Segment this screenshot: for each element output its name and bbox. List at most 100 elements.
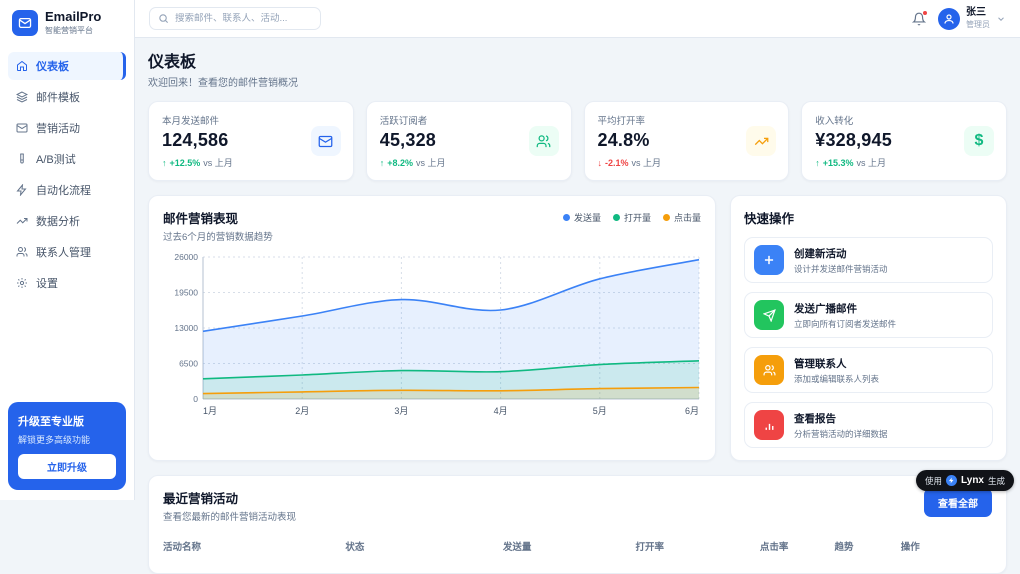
sidebar-item-label: 数据分析 bbox=[36, 213, 80, 229]
plus-icon bbox=[754, 245, 784, 275]
notification-bell-icon[interactable] bbox=[912, 12, 926, 26]
sidebar-item-label: 设置 bbox=[36, 275, 58, 291]
stat-delta: +15.3% bbox=[823, 158, 854, 168]
brand: EmailPro 智能营销平台 bbox=[0, 0, 134, 48]
svg-text:1月: 1月 bbox=[203, 406, 217, 416]
trending-up-icon bbox=[746, 126, 776, 156]
chart-subtitle: 过去6个月的营销数据趋势 bbox=[163, 229, 273, 243]
quick-action-subtitle: 立即向所有订阅者发送邮件 bbox=[794, 318, 896, 330]
legend-dot bbox=[563, 214, 570, 221]
sidebar-item-label: 邮件模板 bbox=[36, 89, 80, 105]
users-icon bbox=[754, 355, 784, 385]
stat-delta: -2.1% bbox=[605, 158, 629, 168]
bar-chart-icon bbox=[754, 410, 784, 440]
trending-up-icon bbox=[16, 215, 28, 227]
column-campaign-name: 活动名称 bbox=[163, 539, 345, 553]
stat-label: 收入转化 bbox=[815, 113, 993, 127]
sidebar-item-label: 营销活动 bbox=[36, 120, 80, 136]
quick-action-subtitle: 设计并发送邮件营销活动 bbox=[794, 263, 888, 275]
user-name: 张三 bbox=[966, 7, 990, 19]
sidebar-item-automation[interactable]: 自动化流程 bbox=[8, 176, 126, 204]
home-icon bbox=[16, 60, 28, 72]
performance-chart-card: 邮件营销表现 过去6个月的营销数据趋势 发送量 打开量 点击量 06500130… bbox=[148, 195, 716, 461]
quick-action-subtitle: 分析营销活动的详细数据 bbox=[794, 428, 888, 440]
quick-action-title: 创建新活动 bbox=[794, 246, 888, 261]
quick-action-view-reports[interactable]: 查看报告 分析营销活动的详细数据 bbox=[744, 402, 993, 448]
lynx-generated-badge[interactable]: 使用 Lynx 生成 bbox=[916, 470, 1014, 491]
dollar-icon: $ bbox=[964, 126, 994, 156]
arrow-up-icon: ↑ bbox=[815, 158, 820, 168]
sidebar-item-dashboard[interactable]: 仪表板 bbox=[8, 52, 126, 80]
stat-card-revenue: 收入转化 ¥328,945 ↑+15.3%vs 上月 $ bbox=[801, 101, 1007, 181]
stat-delta: +12.5% bbox=[170, 158, 201, 168]
stat-label: 平均打开率 bbox=[598, 113, 776, 127]
gear-icon bbox=[16, 277, 28, 289]
quick-action-create-campaign[interactable]: 创建新活动 设计并发送邮件营销活动 bbox=[744, 237, 993, 283]
sidebar-item-label: 自动化流程 bbox=[36, 182, 91, 198]
notification-badge bbox=[922, 10, 928, 16]
column-open-rate: 打开率 bbox=[636, 539, 760, 553]
send-icon bbox=[754, 300, 784, 330]
stat-card-open-rate: 平均打开率 24.8% ↓-2.1%vs 上月 bbox=[584, 101, 790, 181]
recent-subtitle: 查看您最新的邮件营销活动表现 bbox=[163, 509, 296, 523]
area-chart: 065001300019500260001月2月3月4月5月6月 bbox=[163, 247, 703, 427]
svg-text:2月: 2月 bbox=[295, 406, 309, 416]
layers-icon bbox=[16, 91, 28, 103]
column-actions: 操作 bbox=[901, 539, 992, 553]
svg-text:19500: 19500 bbox=[174, 288, 198, 298]
user-role: 管理员 bbox=[966, 19, 990, 30]
quick-action-subtitle: 添加或编辑联系人列表 bbox=[794, 373, 879, 385]
arrow-down-icon: ↓ bbox=[598, 158, 603, 168]
stat-compare: vs 上月 bbox=[857, 156, 887, 169]
quick-action-title: 发送广播邮件 bbox=[794, 301, 896, 316]
sidebar-item-label: A/B测试 bbox=[36, 151, 76, 167]
sidebar-item-templates[interactable]: 邮件模板 bbox=[8, 83, 126, 111]
sidebar-item-analytics[interactable]: 数据分析 bbox=[8, 207, 126, 235]
quick-action-manage-contacts[interactable]: 管理联系人 添加或编辑联系人列表 bbox=[744, 347, 993, 393]
stat-cards-row: 本月发送邮件 124,586 ↑+12.5%vs 上月 活跃订阅者 45,328… bbox=[148, 101, 1007, 181]
search-input[interactable] bbox=[175, 13, 312, 24]
topbar: 张三 管理员 bbox=[135, 0, 1020, 38]
view-all-button[interactable]: 查看全部 bbox=[924, 488, 992, 517]
brand-name: EmailPro bbox=[45, 10, 101, 25]
upgrade-title: 升级至专业版 bbox=[18, 413, 116, 429]
arrow-up-icon: ↑ bbox=[162, 158, 167, 168]
main-content: 仪表板 欢迎回来！查看您的邮件营销概况 本月发送邮件 124,586 ↑+12.… bbox=[135, 38, 1020, 500]
sidebar-item-label: 仪表板 bbox=[36, 58, 69, 74]
quick-action-send-broadcast[interactable]: 发送广播邮件 立即向所有订阅者发送邮件 bbox=[744, 292, 993, 338]
stat-card-subscribers: 活跃订阅者 45,328 ↑+8.2%vs 上月 bbox=[366, 101, 572, 181]
sidebar: EmailPro 智能营销平台 仪表板 邮件模板 营销活动 A/B测试 自动化流… bbox=[0, 0, 135, 500]
zap-icon bbox=[16, 184, 28, 196]
svg-text:5月: 5月 bbox=[593, 406, 607, 416]
search-box[interactable] bbox=[149, 7, 321, 30]
users-icon bbox=[16, 246, 28, 258]
brand-tagline: 智能营销平台 bbox=[45, 25, 101, 36]
sidebar-item-contacts[interactable]: 联系人管理 bbox=[8, 238, 126, 266]
search-icon bbox=[158, 13, 169, 24]
legend-label: 打开量 bbox=[624, 211, 651, 224]
chart-title: 邮件营销表现 bbox=[163, 208, 273, 227]
column-click-rate: 点击率 bbox=[760, 539, 835, 553]
column-trend: 趋势 bbox=[834, 539, 900, 553]
sidebar-item-label: 联系人管理 bbox=[36, 244, 91, 260]
upgrade-card: 升级至专业版 解锁更多高级功能 立即升级 bbox=[8, 402, 126, 490]
stat-delta: +8.2% bbox=[387, 158, 413, 168]
svg-text:13000: 13000 bbox=[174, 323, 198, 333]
sidebar-item-settings[interactable]: 设置 bbox=[8, 269, 126, 297]
stat-compare: vs 上月 bbox=[203, 156, 233, 169]
legend-label: 点击量 bbox=[674, 211, 701, 224]
upgrade-button[interactable]: 立即升级 bbox=[18, 454, 116, 479]
column-sends: 发送量 bbox=[503, 539, 636, 553]
mail-icon bbox=[311, 126, 341, 156]
users-icon bbox=[529, 126, 559, 156]
user-menu[interactable]: 张三 管理员 bbox=[938, 7, 1006, 30]
mail-icon bbox=[16, 122, 28, 134]
quick-actions-panel: 快速操作 创建新活动 设计并发送邮件营销活动 发送广播邮件 立即向所有订阅者发送… bbox=[730, 195, 1007, 461]
sidebar-item-campaigns[interactable]: 营销活动 bbox=[8, 114, 126, 142]
badge-suffix: 生成 bbox=[988, 475, 1005, 487]
legend-label: 发送量 bbox=[574, 211, 601, 224]
stat-compare: vs 上月 bbox=[632, 156, 662, 169]
arrow-up-icon: ↑ bbox=[380, 158, 385, 168]
sidebar-item-ab-testing[interactable]: A/B测试 bbox=[8, 145, 126, 173]
legend-dot bbox=[663, 214, 670, 221]
